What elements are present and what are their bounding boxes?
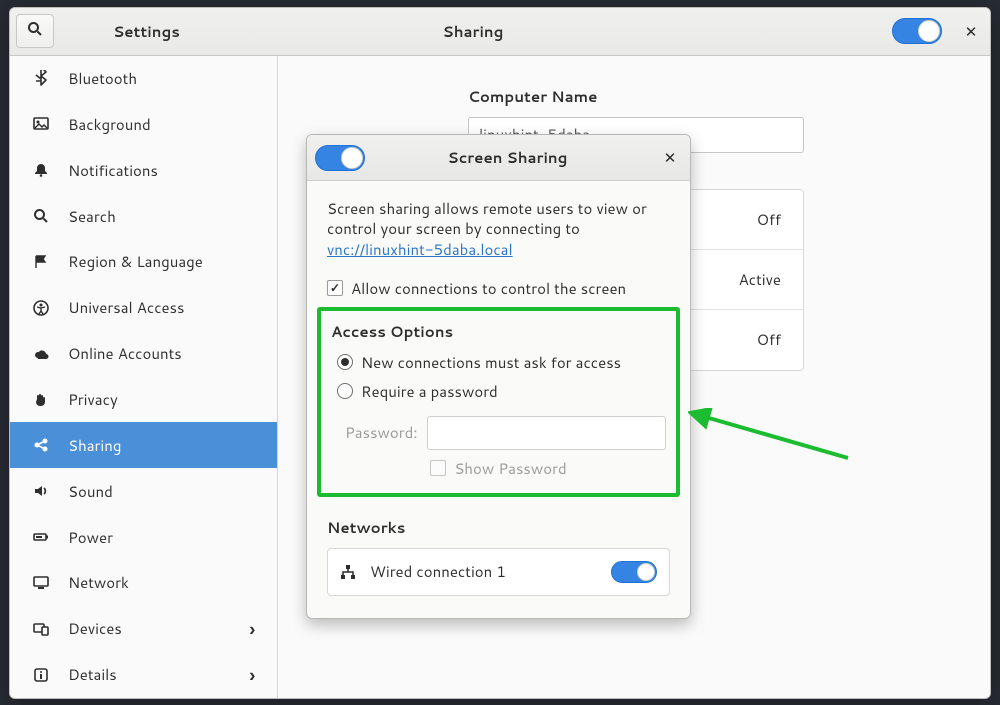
sidebar-item-search[interactable]: Search (10, 193, 277, 239)
devices-icon (32, 621, 50, 637)
show-password-checkbox (430, 460, 446, 476)
access-options-section: Access Options New connections must ask … (317, 307, 680, 497)
radio-password-row[interactable]: Require a password (331, 377, 666, 406)
sidebar-item-label: Details (68, 664, 117, 685)
share-icon (32, 437, 50, 453)
allow-control-checkbox[interactable] (327, 280, 343, 296)
show-password-row: Show Password (331, 458, 666, 479)
sidebar-title: Settings (10, 21, 283, 42)
sidebar-item-label: Power (68, 527, 113, 548)
sidebar-item-label: Universal Access (68, 297, 185, 318)
sidebar-item-sound[interactable]: Sound (10, 468, 277, 514)
sidebar-item-label: Network (68, 572, 129, 593)
speaker-icon (32, 483, 50, 499)
sidebar-item-network[interactable]: Network (10, 560, 277, 606)
allow-control-label: Allow connections to control the screen (351, 278, 626, 299)
dialog-header: Screen Sharing ✕ (307, 135, 690, 181)
search-icon (32, 208, 50, 224)
background-icon (32, 116, 50, 132)
details-icon (32, 667, 50, 683)
radio-ask[interactable] (337, 354, 353, 370)
sidebar-item-label: Devices (68, 618, 122, 639)
sidebar: Bluetooth Background Notifications Searc… (10, 56, 278, 698)
computer-name-label: Computer Name (468, 86, 597, 107)
sidebar-item-label: Region & Language (68, 251, 203, 272)
radio-password[interactable] (337, 383, 353, 399)
sidebar-item-sharing[interactable]: Sharing (10, 422, 277, 468)
network-toggle[interactable] (611, 561, 657, 583)
service-status: Off (757, 209, 781, 230)
dialog-close-button[interactable]: ✕ (650, 147, 690, 168)
password-label: Password: (345, 422, 417, 443)
sidebar-item-label: Search (68, 206, 116, 227)
dialog-body: Screen sharing allows remote users to vi… (307, 181, 690, 618)
flag-icon (32, 254, 50, 270)
show-password-label: Show Password (454, 458, 566, 479)
allow-control-row[interactable]: Allow connections to control the screen (327, 278, 670, 299)
screen-sharing-dialog: Screen Sharing ✕ Screen sharing allows r… (306, 134, 691, 619)
password-input (427, 416, 666, 450)
sidebar-item-region[interactable]: Region & Language (10, 239, 277, 285)
radio-password-label: Require a password (361, 381, 498, 402)
dialog-description: Screen sharing allows remote users to vi… (327, 199, 670, 260)
bell-icon (32, 162, 50, 178)
network-icon (32, 575, 50, 591)
bluetooth-icon (32, 70, 50, 86)
radio-ask-row[interactable]: New connections must ask for access (331, 348, 666, 377)
accessibility-icon (32, 300, 50, 316)
radio-ask-label: New connections must ask for access (361, 352, 621, 373)
network-row: Wired connection 1 (327, 548, 670, 596)
hand-icon (32, 391, 50, 407)
window-close-button[interactable]: ✕ (952, 7, 990, 55)
dialog-description-text: Screen sharing allows remote users to vi… (327, 198, 647, 239)
sidebar-item-power[interactable]: Power (10, 514, 277, 560)
service-status: Off (757, 329, 781, 350)
sidebar-item-label: Background (68, 114, 151, 135)
networks-title: Networks (327, 517, 670, 538)
access-options-title: Access Options (331, 321, 666, 342)
sidebar-item-label: Privacy (68, 389, 118, 410)
chevron-right-icon: › (250, 662, 255, 688)
header-bar: Settings Sharing ✕ (10, 8, 990, 56)
wired-network-icon (340, 564, 356, 580)
sidebar-item-background[interactable]: Background (10, 101, 277, 147)
dialog-title: Screen Sharing (365, 147, 650, 168)
sidebar-item-label: Sharing (68, 435, 121, 456)
vnc-link[interactable]: vnc://linuxhint-5daba.local (327, 239, 513, 260)
sidebar-item-privacy[interactable]: Privacy (10, 377, 277, 423)
sharing-master-toggle[interactable] (892, 18, 942, 44)
sidebar-item-label: Sound (68, 481, 113, 502)
sidebar-item-label: Notifications (68, 160, 158, 181)
network-name: Wired connection 1 (370, 561, 597, 582)
chevron-right-icon: › (250, 616, 255, 642)
close-icon: ✕ (965, 21, 978, 42)
battery-icon (32, 529, 50, 545)
screen-sharing-toggle[interactable] (315, 145, 365, 171)
sidebar-item-details[interactable]: Details › (10, 652, 277, 698)
sidebar-item-online[interactable]: Online Accounts (10, 331, 277, 377)
sidebar-item-universal[interactable]: Universal Access (10, 285, 277, 331)
close-icon: ✕ (664, 147, 677, 168)
password-row: Password: (345, 416, 666, 450)
cloud-icon (32, 346, 50, 362)
sidebar-item-bluetooth[interactable]: Bluetooth (10, 56, 277, 102)
sidebar-item-label: Bluetooth (68, 68, 137, 89)
sidebar-item-devices[interactable]: Devices › (10, 606, 277, 652)
service-status: Active (739, 269, 781, 290)
sidebar-item-notifications[interactable]: Notifications (10, 147, 277, 193)
sidebar-item-label: Online Accounts (68, 343, 182, 364)
